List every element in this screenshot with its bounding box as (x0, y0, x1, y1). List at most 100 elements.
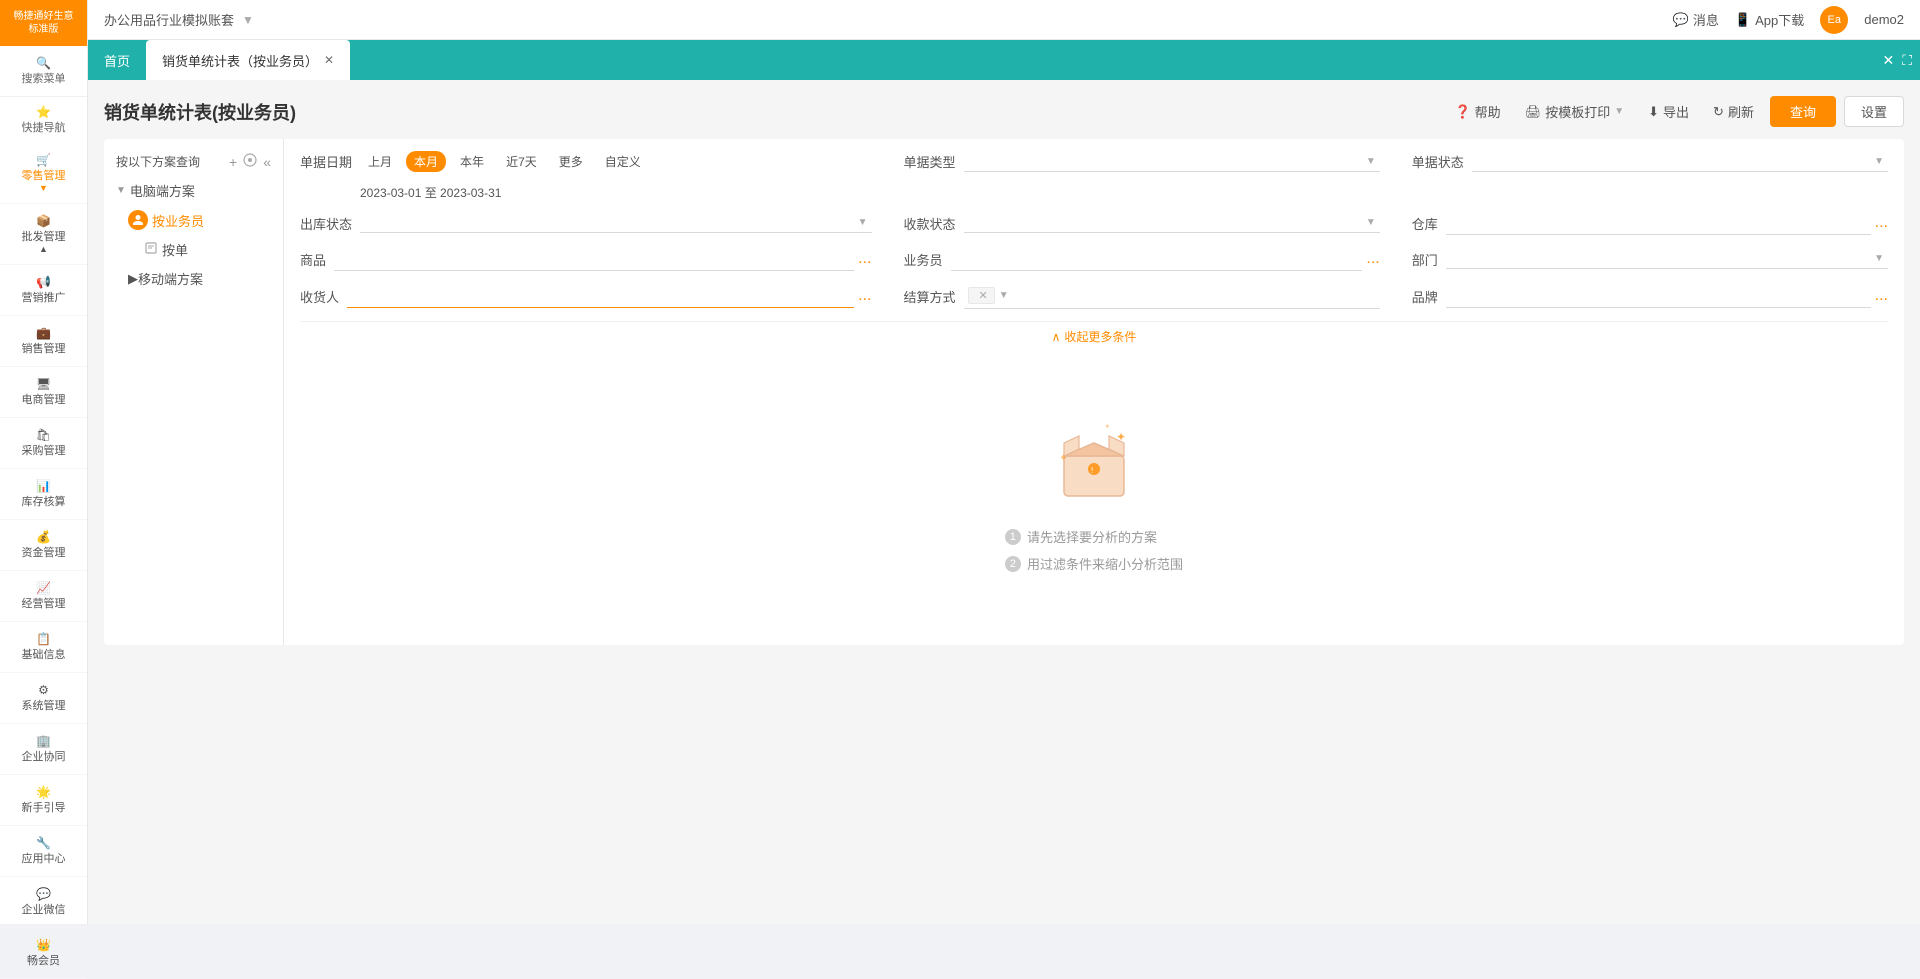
goods-input[interactable] (334, 247, 854, 271)
tab-minimize-icon[interactable]: ✕ (1882, 52, 1894, 69)
doc-type-select[interactable]: ▼ (964, 152, 1380, 172)
sidebar-item-wechat[interactable]: 💬 企业微信 (0, 877, 87, 928)
sidebar-item-retail[interactable]: 🛒 零售管理 ▼ (0, 143, 87, 204)
download-icon: 📱 (1735, 12, 1751, 28)
tree-child-salesperson[interactable]: 按业务员 (104, 205, 283, 235)
sidebar-item-enterprise[interactable]: 🏢 企业协同 (0, 724, 87, 775)
star-icon: ⭐ (22, 105, 66, 119)
export-button[interactable]: ⬇ 导出 (1640, 98, 1697, 125)
dropdown-title[interactable]: 办公用品行业模拟账套 (104, 10, 234, 29)
sidebar-item-wholesale[interactable]: 📦 批发管理 ▲ (0, 204, 87, 265)
collapse-panel-button[interactable]: « (263, 154, 271, 170)
payment-select[interactable]: ▼ (964, 213, 1380, 233)
sidebar-item-ecommerce[interactable]: 🖥 电商管理 (0, 367, 87, 418)
ecommerce-label: 电商管理 (5, 391, 82, 407)
page-header: 销货单统计表(按业务员) ❓ 帮助 🖨 按模板打印 ▼ ⬇ 导出 (104, 96, 1904, 127)
filter-row-3: 商品 ... 业务员 ... 部门 (300, 247, 1888, 271)
app-logo-text: 畅捷通好生意 标准版 (14, 10, 74, 36)
user-name[interactable]: demo2 (1864, 12, 1904, 27)
sidebar-item-marketing[interactable]: 📢 营销推广 (0, 265, 87, 316)
doc-status-select[interactable]: ▼ (1472, 152, 1888, 172)
appstore-icon: 🔧 (5, 836, 82, 850)
date-tab-last-month[interactable]: 上月 (360, 151, 400, 172)
left-panel-title: 按以下方案查询 (116, 153, 200, 170)
tab-home-label: 首页 (104, 51, 130, 70)
print-button[interactable]: 🖨 按模板打印 ▼ (1517, 98, 1632, 125)
sidebar-item-appstore[interactable]: 🔧 应用中心 (0, 826, 87, 877)
tab-close-icon[interactable]: ✕ (324, 53, 334, 67)
sales-icon: 💼 (5, 326, 82, 340)
settlement-tag: ✕ (968, 287, 995, 304)
content-inner: 销货单统计表(按业务员) ❓ 帮助 🖨 按模板打印 ▼ ⬇ 导出 (88, 80, 1920, 924)
date-tab-custom[interactable]: 自定义 (597, 151, 649, 172)
app-download-label: App下载 (1755, 10, 1804, 29)
recipient-input[interactable] (347, 284, 854, 308)
help-button[interactable]: ❓ 帮助 (1446, 98, 1508, 125)
sidebar-item-inventory[interactable]: 📊 库存核算 (0, 469, 87, 520)
sidebar-item-quick[interactable]: ⭐ 快捷导航 (17, 97, 71, 143)
sidebar-item-operations[interactable]: 📈 经营管理 (0, 571, 87, 622)
tab-sales-stat[interactable]: 销货单统计表（按业务员） ✕ (146, 40, 350, 80)
filter-row-2: 出库状态 ▼ 收款状态 ▼ (300, 211, 1888, 235)
tab-home[interactable]: 首页 (88, 40, 146, 80)
sidebar-item-purchase[interactable]: 🛍 采购管理 (0, 418, 87, 469)
warehouse-input[interactable] (1446, 211, 1871, 235)
retail-label: 零售管理 (5, 167, 82, 183)
dropdown-arrow-icon[interactable]: ▼ (242, 13, 254, 27)
tip-num-1: 1 (1005, 529, 1021, 545)
tab-maximize-icon[interactable]: ⛶ (1902, 52, 1912, 69)
edit-scheme-button[interactable] (243, 153, 257, 170)
date-tab-7days[interactable]: 近7天 (498, 151, 545, 172)
tree-node-desktop[interactable]: ▼ 电脑端方案 (104, 176, 283, 205)
operations-icon: 📈 (5, 581, 82, 595)
sidebar-item-member[interactable]: 👑 畅会员 (0, 928, 87, 979)
app-download-button[interactable]: 📱 App下载 (1735, 10, 1804, 29)
tree-node-mobile[interactable]: ▶ 移动端方案 (104, 264, 283, 293)
add-scheme-button[interactable]: + (229, 154, 237, 170)
user-avatar[interactable]: Ea (1820, 6, 1848, 34)
payment-arrow-icon: ▼ (1366, 217, 1376, 228)
settings-button[interactable]: 设置 (1844, 96, 1904, 127)
collapse-bar[interactable]: ∧ 收起更多条件 (300, 321, 1888, 351)
sidebar-item-newbie[interactable]: 🌟 新手引导 (0, 775, 87, 826)
svg-text:!: ! (1091, 466, 1093, 475)
date-tab-this-month[interactable]: 本月 (406, 151, 446, 172)
sidebar-item-finance[interactable]: 💰 资金管理 (0, 520, 87, 571)
salesperson-dots[interactable]: ... (1366, 250, 1379, 268)
sidebar-item-basic[interactable]: 📋 基础信息 (0, 622, 87, 673)
tree-subitem-order-label: 按单 (162, 240, 188, 259)
wechat-label: 企业微信 (5, 901, 82, 917)
department-select[interactable]: ▼ (1446, 249, 1888, 269)
sidebar-item-sales[interactable]: 💼 销售管理 (0, 316, 87, 367)
salesperson-input[interactable] (951, 247, 1363, 271)
goods-dots[interactable]: ... (858, 250, 871, 268)
app-logo[interactable]: 畅捷通好生意 标准版 (0, 0, 87, 46)
ecommerce-icon: 🖥 (5, 377, 82, 391)
tree-node-desktop-label: 电脑端方案 (130, 181, 195, 200)
filter-item-department: 部门 ▼ (1412, 249, 1888, 269)
refresh-button[interactable]: ↻ 刷新 (1705, 98, 1762, 125)
empty-tips: 1 请先选择要分析的方案 2 用过滤条件来缩小分析范围 (1005, 527, 1183, 573)
doc-status-label: 单据状态 (1412, 152, 1464, 171)
sidebar-item-search[interactable]: 🔍 搜索菜单 (0, 46, 87, 97)
sidebar-search-label: 搜索菜单 (5, 70, 82, 86)
date-tab-this-year[interactable]: 本年 (452, 151, 492, 172)
sidebar-item-system[interactable]: ⚙ 系统管理 (0, 673, 87, 724)
right-panel: 单据日期 上月 本月 本年 近7天 更多 自定义 (284, 139, 1904, 645)
filter-item-doc-type: 单据类型 ▼ (904, 152, 1380, 172)
warehouse-dots[interactable]: ... (1875, 214, 1888, 232)
left-panel: 按以下方案查询 + « ▼ 电脑端方案 (104, 139, 284, 645)
settlement-tag-close[interactable]: ✕ (979, 289, 988, 302)
header-left: 办公用品行业模拟账套 ▼ (104, 10, 254, 29)
brand-input[interactable] (1446, 284, 1871, 308)
date-tab-more[interactable]: 更多 (551, 151, 591, 172)
message-button[interactable]: 💬 消息 (1673, 10, 1719, 29)
tree-subitem-order[interactable]: 按单 (104, 235, 283, 264)
settlement-select[interactable]: ▼ (999, 290, 1376, 301)
delivery-arrow-icon: ▼ (858, 217, 868, 228)
recipient-dots[interactable]: ... (858, 287, 871, 305)
delivery-select[interactable]: ▼ (360, 213, 871, 233)
filter-row-1: 单据日期 上月 本月 本年 近7天 更多 自定义 (300, 151, 1888, 172)
query-button[interactable]: 查询 (1770, 96, 1836, 127)
brand-dots[interactable]: ... (1875, 287, 1888, 305)
